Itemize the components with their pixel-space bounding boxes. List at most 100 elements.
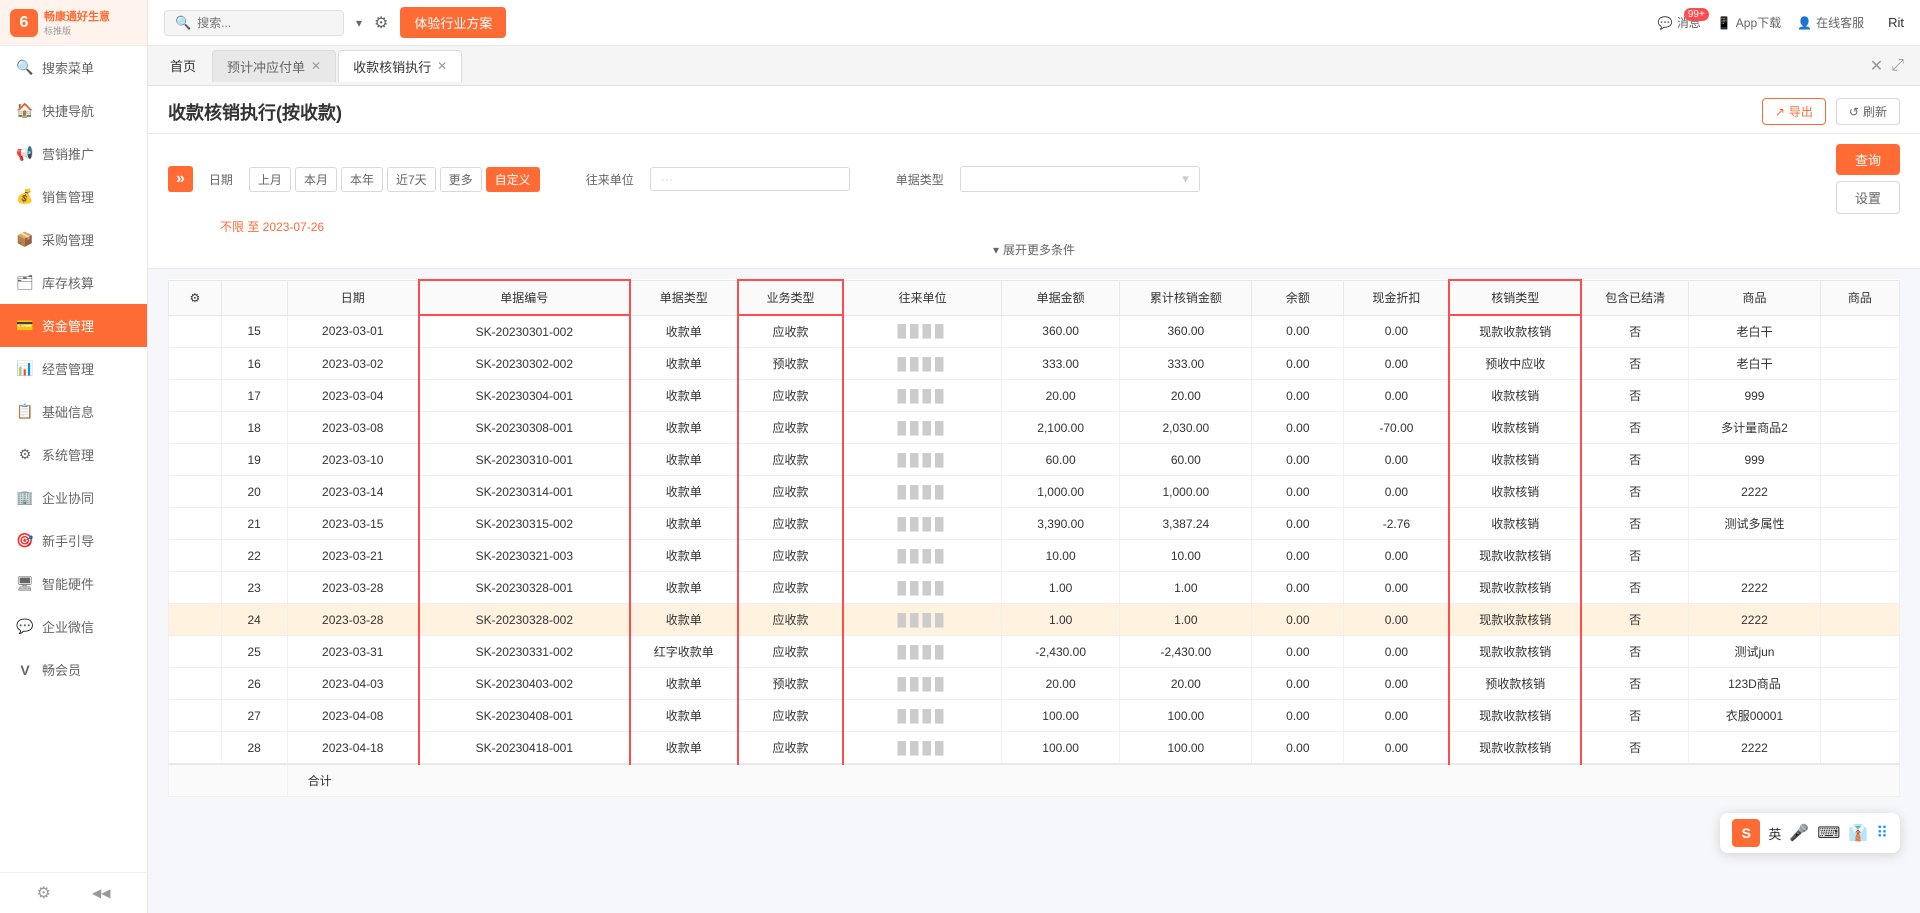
finance-icon: 💳	[16, 317, 34, 334]
date-btn-last-month[interactable]: 上月	[249, 167, 291, 192]
table-row: 202023-03-14SK-20230314-001收款单应收款████1,0…	[169, 476, 1900, 508]
topbar-gear-icon[interactable]: ⚙	[374, 13, 388, 33]
filter-expand-button[interactable]: »	[168, 166, 193, 192]
table-row: 222023-03-21SK-20230321-003收款单应收款████10.…	[169, 540, 1900, 572]
sidebar-item-finance[interactable]: 💳 资金管理	[0, 304, 147, 347]
th-goods2[interactable]: 商品	[1820, 280, 1899, 315]
inventory-icon: 🗂	[16, 274, 34, 291]
tab-maximize-icon[interactable]: ⤢	[1891, 57, 1904, 75]
th-doc-no[interactable]: 单据编号	[419, 280, 630, 315]
float-text-icon[interactable]: 英	[1768, 824, 1781, 843]
collapse-icon[interactable]: ◀◀	[92, 886, 110, 900]
sidebar-item-wechat[interactable]: 💬 企业微信	[0, 605, 147, 648]
sidebar-item-hardware[interactable]: 🖥 智能硬件	[0, 562, 147, 605]
th-partner[interactable]: 往来单位	[843, 280, 1001, 315]
th-balance[interactable]: 余额	[1252, 280, 1344, 315]
tab-prepay[interactable]: 预计冲应付单 ✕	[212, 50, 336, 82]
sidebar-item-operations[interactable]: 📊 经营管理	[0, 347, 147, 390]
sidebar-item-search[interactable]: 🔍 搜索菜单	[0, 46, 147, 89]
doc-type-select[interactable]: ▾	[960, 166, 1200, 192]
tabs-bar: 首页 预计冲应付单 ✕ 收款核销执行 ✕ ✕ ⤢	[148, 46, 1920, 86]
date-btn-this-month[interactable]: 本月	[295, 167, 337, 192]
expand-chevron-icon: ▾	[993, 243, 999, 257]
float-keyboard-icon[interactable]: ⌨	[1817, 823, 1840, 843]
tab-close-icon[interactable]: ✕	[1870, 56, 1883, 76]
float-grid-icon[interactable]: ⠿	[1876, 823, 1888, 843]
th-biz-type[interactable]: 业务类型	[738, 280, 843, 315]
table-row: 212023-03-15SK-20230315-002收款单应收款████3,3…	[169, 508, 1900, 540]
s-brand-icon: S	[1732, 819, 1760, 847]
sidebar-item-sales[interactable]: 💰 销售管理	[0, 175, 147, 218]
member-icon: V	[16, 662, 34, 678]
th-goods[interactable]: 商品	[1689, 280, 1821, 315]
hardware-icon: 🖥	[16, 575, 34, 592]
table-body: 152023-03-01SK-20230301-002收款单应收款████360…	[169, 315, 1900, 764]
topbar-message[interactable]: 💬 消息 99+	[1658, 14, 1701, 31]
sidebar-item-member[interactable]: V 畅会员	[0, 648, 147, 691]
sidebar-item-inventory[interactable]: 🗂 库存核算	[0, 261, 147, 304]
topbar-username: Rit	[1888, 15, 1904, 30]
table-header-row: ⚙ 日期 单据编号 单据类型 业务类型 往来单位 单据金额 累计核销金额 余额 …	[169, 280, 1900, 315]
partner-label: 往来单位	[586, 171, 634, 188]
th-amount[interactable]: 单据金额	[1001, 280, 1120, 315]
topbar-dropdown[interactable]: ▾	[356, 16, 362, 30]
enterprise-icon: 🏢	[16, 489, 34, 506]
sales-icon: 💰	[16, 188, 34, 205]
sidebar-item-system[interactable]: ⚙ 系统管理	[0, 433, 147, 476]
query-button[interactable]: 查询	[1836, 144, 1900, 175]
tab-close-payment-exec[interactable]: ✕	[437, 59, 447, 73]
content-area: 收款核销执行(按收款) ↗ 导出 ↺ 刷新 » 日期 上月 本月	[148, 86, 1920, 913]
topbar-search-box[interactable]: 🔍	[164, 10, 344, 36]
th-date[interactable]: 日期	[287, 280, 419, 315]
table-row: 192023-03-10SK-20230310-001收款单应收款████60.…	[169, 444, 1900, 476]
th-incl-cleared[interactable]: 包含已结清	[1581, 280, 1688, 315]
sidebar-item-guide[interactable]: 🎯 新手引导	[0, 519, 147, 562]
page-title: 收款核销执行(按收款)	[168, 99, 342, 125]
topbar-app-download[interactable]: 📱 App下载	[1717, 14, 1781, 31]
th-settings[interactable]: ⚙	[169, 280, 222, 315]
th-doc-type[interactable]: 单据类型	[630, 280, 738, 315]
table-row: 262023-04-03SK-20230403-002收款单预收款████20.…	[169, 668, 1900, 700]
logo-icon: 6	[10, 9, 38, 37]
sidebar-item-purchase[interactable]: 📦 采购管理	[0, 218, 147, 261]
table-row: 272023-04-08SK-20230408-001收款单应收款████100…	[169, 700, 1900, 732]
date-btn-more[interactable]: 更多	[440, 167, 482, 192]
tab-home[interactable]: 首页	[156, 50, 210, 81]
topbar-search-input[interactable]	[197, 16, 317, 30]
sidebar-item-quick-nav[interactable]: 🏠 快捷导航	[0, 89, 147, 132]
date-btn-custom[interactable]: 自定义	[486, 167, 540, 192]
total-label: 合计	[287, 764, 1899, 797]
logo-text: 畅康通好生意 标推版	[44, 8, 110, 37]
table-row: 182023-03-08SK-20230308-001收款单应收款████2,1…	[169, 412, 1900, 444]
dropdown-arrow: ▾	[356, 16, 362, 30]
data-table: ⚙ 日期 单据编号 单据类型 业务类型 往来单位 单据金额 累计核销金额 余额 …	[168, 279, 1900, 797]
topbar-online-service[interactable]: 👤 在线客服	[1797, 14, 1864, 31]
settings-bottom-icon[interactable]: ⚙	[37, 883, 51, 903]
sidebar-item-basic[interactable]: 📋 基础信息	[0, 390, 147, 433]
setting-button[interactable]: 设置	[1836, 181, 1900, 214]
date-btn-7days[interactable]: 近7天	[387, 167, 436, 192]
page-actions: ↗ 导出 ↺ 刷新	[1762, 98, 1900, 125]
main-area: 🔍 ▾ ⚙ 体验行业方案 💬 消息 99+ 📱 App下载 👤 在线客服 Rit	[148, 0, 1920, 913]
partner-dots: ···	[661, 172, 673, 186]
float-mic-icon[interactable]: 🎤	[1789, 823, 1809, 843]
table-row: 242023-03-28SK-20230328-002收款单应收款████1.0…	[169, 604, 1900, 636]
expand-more-button[interactable]: ▾ 展开更多条件	[993, 241, 1075, 258]
th-cash-discount[interactable]: 现金折扣	[1344, 280, 1449, 315]
phone-icon: 📱	[1717, 16, 1732, 30]
refresh-button[interactable]: ↺ 刷新	[1836, 98, 1900, 125]
export-button[interactable]: ↗ 导出	[1762, 98, 1826, 125]
sidebar-item-enterprise[interactable]: 🏢 企业协同	[0, 476, 147, 519]
partner-input-box[interactable]: ···	[650, 167, 850, 191]
sidebar-item-marketing[interactable]: 📢 营销推广	[0, 132, 147, 175]
table-total-row: 合计	[169, 764, 1900, 797]
date-btn-this-year[interactable]: 本年	[341, 167, 383, 192]
tab-close-prepay[interactable]: ✕	[311, 59, 321, 73]
solution-button[interactable]: 体验行业方案	[400, 7, 506, 38]
th-writeoff-type[interactable]: 核销类型	[1449, 280, 1581, 315]
float-shirt-icon[interactable]: 👔	[1848, 823, 1868, 843]
filter-row-main: » 日期 上月 本月 本年 近7天 更多 自定义 往来单位 ··· 单据类型 ▾	[168, 144, 1900, 214]
tab-payment-exec[interactable]: 收款核销执行 ✕	[338, 50, 462, 82]
th-total-writeoff[interactable]: 累计核销金额	[1120, 280, 1252, 315]
table-row: 162023-03-02SK-20230302-002收款单预收款████333…	[169, 348, 1900, 380]
